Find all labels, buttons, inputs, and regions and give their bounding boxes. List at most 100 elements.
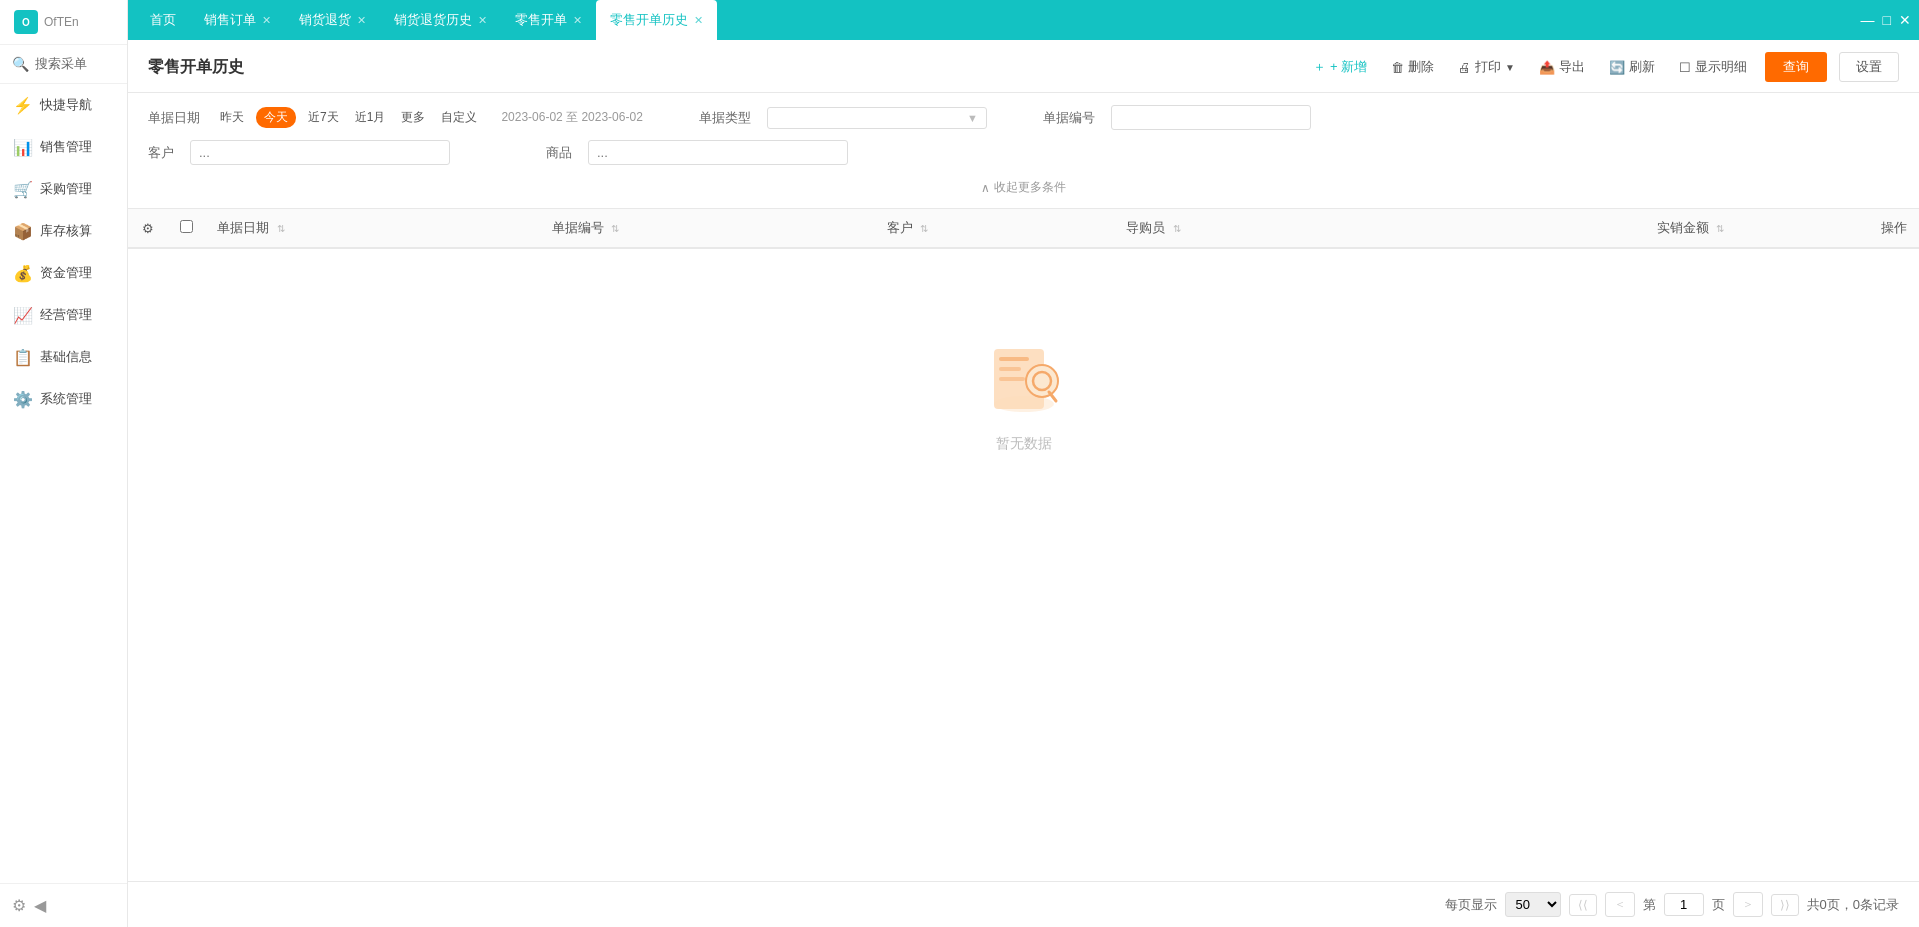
customer-input[interactable] xyxy=(199,145,441,160)
tab-sales-order-close[interactable]: ✕ xyxy=(262,14,271,27)
sys-mgmt-icon: ⚙️ xyxy=(14,390,32,408)
brand-area: O OfTEn xyxy=(0,0,127,45)
svg-point-5 xyxy=(1026,365,1058,397)
th-amount[interactable]: 实销金额 xyxy=(1402,209,1737,248)
date-range: 2023-06-02 至 2023-06-02 xyxy=(501,109,642,126)
tab-retail-open-label: 零售开单 xyxy=(515,11,567,29)
customer-input-wrap xyxy=(190,140,450,165)
basic-info-icon: 📋 xyxy=(14,348,32,366)
th-customer[interactable]: 客户 xyxy=(875,209,1115,248)
page-number-input[interactable]: 1 xyxy=(1664,893,1704,916)
filter-row-2: 客户 商品 xyxy=(148,140,1899,165)
tab-retail-history[interactable]: 零售开单历史 ✕ xyxy=(596,0,717,40)
export-button[interactable]: 📤 导出 xyxy=(1533,54,1591,80)
close-icon[interactable]: ✕ xyxy=(1899,12,1911,28)
refresh-button[interactable]: 🔄 刷新 xyxy=(1603,54,1661,80)
tab-sales-order-label: 销售订单 xyxy=(204,11,256,29)
first-page-button[interactable]: ⟨⟨ xyxy=(1569,894,1597,916)
new-button[interactable]: ＋ + 新增 xyxy=(1307,54,1373,80)
minimize-icon[interactable]: — xyxy=(1861,12,1875,28)
page-size-select[interactable]: 20 50 100 200 xyxy=(1505,892,1561,917)
tab-sales-return-label: 销货退货 xyxy=(299,11,351,29)
tab-sales-return-history[interactable]: 销货退货历史 ✕ xyxy=(380,0,501,40)
purchase-mgmt-icon: 🛒 xyxy=(14,180,32,198)
empty-icon xyxy=(974,329,1074,419)
sidebar-item-label: 经营管理 xyxy=(40,306,92,324)
sidebar-item-purchase-mgmt[interactable]: 🛒 采购管理 xyxy=(0,168,127,210)
svg-rect-4 xyxy=(999,377,1025,381)
th-number[interactable]: 单据编号 xyxy=(540,209,875,248)
tab-home-label: 首页 xyxy=(150,11,176,29)
prev-page-button[interactable]: ＜ xyxy=(1605,892,1635,917)
total-info: 共0页，0条记录 xyxy=(1807,896,1899,914)
refresh-label: 刷新 xyxy=(1629,58,1655,76)
sidebar: O OfTEn 🔍 搜索采单 ⚡ 快捷导航 📊 销售管理 🛒 采购管理 📦 库存… xyxy=(0,0,128,927)
print-icon: 🖨 xyxy=(1458,60,1471,75)
th-check[interactable] xyxy=(168,209,205,248)
page-title: 零售开单历史 xyxy=(148,57,244,78)
doc-type-label: 单据类型 xyxy=(699,109,751,127)
sidebar-item-label: 库存核算 xyxy=(40,222,92,240)
tab-retail-open-close[interactable]: ✕ xyxy=(573,14,582,27)
show-detail-button[interactable]: ☐ 显示明细 xyxy=(1673,54,1753,80)
filter-area: 单据日期 昨天 今天 近7天 近1月 更多 自定义 2023-06-02 至 2… xyxy=(128,93,1919,209)
select-all-checkbox[interactable] xyxy=(180,220,193,233)
sidebar-search[interactable]: 🔍 搜索采单 xyxy=(0,45,127,84)
tab-home[interactable]: 首页 xyxy=(136,0,190,40)
tab-sales-return-history-close[interactable]: ✕ xyxy=(478,14,487,27)
date-shortcut-last7[interactable]: 近7天 xyxy=(304,107,343,128)
sidebar-item-quick-nav[interactable]: ⚡ 快捷导航 xyxy=(0,84,127,126)
date-shortcut-yesterday[interactable]: 昨天 xyxy=(216,107,248,128)
tab-sales-order[interactable]: 销售订单 ✕ xyxy=(190,0,285,40)
filter-row-1: 单据日期 昨天 今天 近7天 近1月 更多 自定义 2023-06-02 至 2… xyxy=(148,105,1899,130)
tab-sales-return-close[interactable]: ✕ xyxy=(357,14,366,27)
doc-number-input[interactable] xyxy=(1120,110,1302,125)
delete-button[interactable]: 🗑 删除 xyxy=(1385,54,1440,80)
th-gear[interactable]: ⚙ xyxy=(128,209,168,248)
date-shortcut-more[interactable]: 更多 xyxy=(397,107,429,128)
toolbar: ＋ + 新增 🗑 删除 🖨 打印 ▼ 📤 导出 🔄 xyxy=(1307,52,1899,82)
next-page-button[interactable]: ＞ xyxy=(1733,892,1763,917)
sidebar-collapse-icon[interactable]: ◀ xyxy=(34,896,46,915)
top-nav: 首页 销售订单 ✕ 销货退货 ✕ 销货退货历史 ✕ 零售开单 ✕ 零售开单历史 … xyxy=(128,0,1919,40)
doc-number-label: 单据编号 xyxy=(1043,109,1095,127)
sidebar-item-label: 资金管理 xyxy=(40,264,92,282)
settings-button[interactable]: 设置 xyxy=(1839,52,1899,82)
collapse-button[interactable]: ∧ 收起更多条件 xyxy=(981,179,1066,196)
main-area: 首页 销售订单 ✕ 销货退货 ✕ 销货退货历史 ✕ 零售开单 ✕ 零售开单历史 … xyxy=(128,0,1919,927)
date-shortcut-today[interactable]: 今天 xyxy=(256,107,296,128)
table-area: ⚙ 单据日期 单据编号 客户 导购员 xyxy=(128,209,1919,881)
tab-sales-return[interactable]: 销货退货 ✕ xyxy=(285,0,380,40)
brand-name: OfTEn xyxy=(44,15,79,29)
print-button[interactable]: 🖨 打印 ▼ xyxy=(1452,54,1521,80)
sidebar-item-basic-info[interactable]: 📋 基础信息 xyxy=(0,336,127,378)
delete-icon: 🗑 xyxy=(1391,60,1404,75)
table-container: ⚙ 单据日期 单据编号 客户 导购员 xyxy=(128,209,1919,533)
sidebar-item-sales-mgmt[interactable]: 📊 销售管理 xyxy=(0,126,127,168)
page-title-row: 零售开单历史 ＋ + 新增 🗑 删除 🖨 打印 ▼ 📤 导出 xyxy=(148,52,1899,82)
print-label: 打印 xyxy=(1475,58,1501,76)
sidebar-item-operations[interactable]: 📈 经营管理 xyxy=(0,294,127,336)
th-ops-label: 操作 xyxy=(1881,220,1907,235)
doc-type-select[interactable]: ▼ xyxy=(767,107,987,129)
tab-retail-open[interactable]: 零售开单 ✕ xyxy=(501,0,596,40)
sidebar-item-inventory[interactable]: 📦 库存核算 xyxy=(0,210,127,252)
svg-rect-3 xyxy=(999,367,1021,371)
maximize-icon[interactable]: □ xyxy=(1883,12,1891,28)
sidebar-item-sys-mgmt[interactable]: ⚙️ 系统管理 xyxy=(0,378,127,420)
th-date-label: 单据日期 xyxy=(217,220,269,235)
refresh-icon: 🔄 xyxy=(1609,60,1625,75)
tab-retail-history-label: 零售开单历史 xyxy=(610,11,688,29)
tab-retail-history-close[interactable]: ✕ xyxy=(694,14,703,27)
query-button[interactable]: 查询 xyxy=(1765,52,1827,82)
date-shortcut-last-month[interactable]: 近1月 xyxy=(351,107,390,128)
doc-number-input-wrap xyxy=(1111,105,1311,130)
sidebar-settings-icon[interactable]: ⚙ xyxy=(12,896,26,915)
date-shortcut-custom[interactable]: 自定义 xyxy=(437,107,481,128)
last-page-button[interactable]: ⟩⟩ xyxy=(1771,894,1799,916)
th-date[interactable]: 单据日期 xyxy=(205,209,540,248)
sidebar-item-finance[interactable]: 💰 资金管理 xyxy=(0,252,127,294)
product-input[interactable] xyxy=(597,145,839,160)
svg-rect-2 xyxy=(999,357,1029,361)
th-guide[interactable]: 导购员 xyxy=(1114,209,1401,248)
